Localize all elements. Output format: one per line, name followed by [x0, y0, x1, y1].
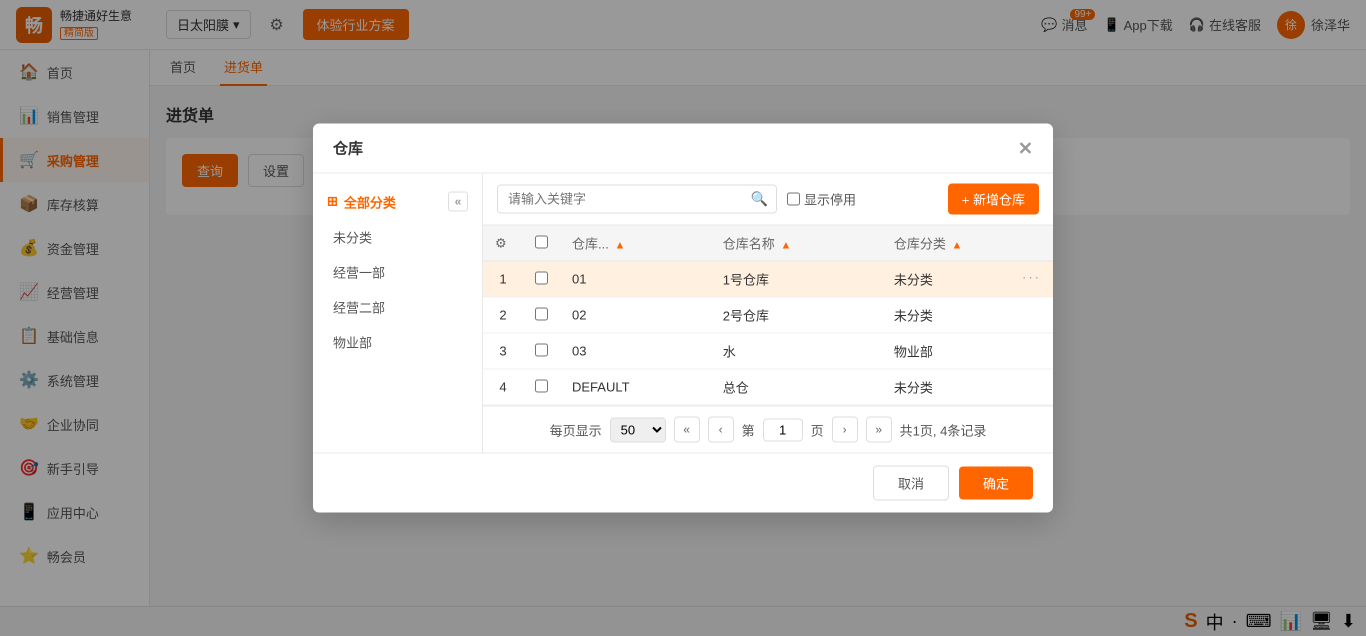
- th-index: ⚙: [483, 225, 523, 261]
- pagination-bar: 每页显示 50 10 20 100 « ‹ 第 页 › » 共1页, 4条记录: [483, 406, 1053, 453]
- modal-footer: 取消 确定: [313, 453, 1053, 513]
- row-index: 1: [483, 261, 523, 297]
- th-code: 仓库... ▲: [560, 225, 711, 261]
- table-header-row: ⚙ 仓库... ▲ 仓库名称 ▲: [483, 225, 1053, 261]
- table-row: 3 03 水 物业部: [483, 333, 1053, 369]
- row-checkbox[interactable]: [535, 271, 548, 284]
- select-all-checkbox[interactable]: [535, 235, 548, 248]
- row-actions[interactable]: ···: [1022, 270, 1041, 285]
- confirm-button[interactable]: 确定: [959, 467, 1033, 500]
- row-checkbox[interactable]: [535, 343, 548, 356]
- row-checkbox-cell: [523, 369, 560, 405]
- row-index: 4: [483, 369, 523, 405]
- search-input[interactable]: [498, 187, 743, 212]
- per-page-select[interactable]: 50 10 20 100: [610, 417, 666, 442]
- row-index: 2: [483, 297, 523, 333]
- sort-code-icon[interactable]: ▲: [614, 240, 625, 252]
- category-property[interactable]: 物业部: [313, 325, 482, 360]
- per-page-label: 每页显示: [550, 420, 602, 439]
- table-row: 4 DEFAULT 总仓 未分类: [483, 369, 1053, 405]
- show-disabled-checkbox[interactable]: [787, 193, 800, 206]
- gear-icon[interactable]: ⚙: [495, 235, 507, 250]
- category-panel: ⊞ 全部分类 « 未分类 经营一部 经营二部 物业部: [313, 174, 483, 453]
- sort-category-icon[interactable]: ▲: [952, 240, 963, 252]
- category-dept1[interactable]: 经营一部: [313, 255, 482, 290]
- modal-title: 仓库: [333, 138, 363, 159]
- table-container: ⚙ 仓库... ▲ 仓库名称 ▲: [483, 225, 1053, 406]
- row-code: 03: [560, 333, 711, 369]
- next-page-button[interactable]: ›: [832, 417, 858, 443]
- row-index: 3: [483, 333, 523, 369]
- search-button[interactable]: 🔍: [743, 186, 776, 213]
- row-checkbox[interactable]: [535, 379, 548, 392]
- modal-header: 仓库 ✕: [313, 124, 1053, 174]
- row-checkbox-cell: [523, 333, 560, 369]
- row-checkbox-cell: [523, 297, 560, 333]
- sort-name-icon[interactable]: ▲: [780, 240, 791, 252]
- page-label: 第: [742, 420, 755, 439]
- total-info: 共1页, 4条记录: [900, 420, 987, 439]
- row-category: 物业部: [882, 333, 1053, 369]
- row-checkbox-cell: [523, 261, 560, 297]
- warehouse-modal: 仓库 ✕ ⊞ 全部分类 « 未分类 经营一部 经营二部 物业部 🔍: [313, 124, 1053, 513]
- row-name: 1号仓库: [711, 261, 882, 297]
- category-dept2[interactable]: 经营二部: [313, 290, 482, 325]
- category-uncategorized[interactable]: 未分类: [313, 220, 482, 255]
- table-row: 1 01 1号仓库 未分类 ···: [483, 261, 1053, 297]
- table-panel: 🔍 显示停用 + 新增仓库 ⚙: [483, 174, 1053, 453]
- first-page-button[interactable]: «: [674, 417, 700, 443]
- row-name: 2号仓库: [711, 297, 882, 333]
- page-suffix: 页: [811, 420, 824, 439]
- row-category: 未分类: [882, 369, 1053, 405]
- modal-body: ⊞ 全部分类 « 未分类 经营一部 经营二部 物业部 🔍 显示停用 + 新增仓库: [313, 174, 1053, 453]
- row-code: 01: [560, 261, 711, 297]
- row-code: DEFAULT: [560, 369, 711, 405]
- table-row: 2 02 2号仓库 未分类: [483, 297, 1053, 333]
- collapse-icon[interactable]: «: [448, 192, 468, 212]
- search-input-wrap: 🔍: [497, 185, 777, 214]
- th-name: 仓库名称 ▲: [711, 225, 882, 261]
- row-name: 总仓: [711, 369, 882, 405]
- table-body: 1 01 1号仓库 未分类 ··· 2 02 2号仓库 未分类 3: [483, 261, 1053, 405]
- page-input[interactable]: [763, 418, 803, 441]
- row-checkbox[interactable]: [535, 307, 548, 320]
- warehouse-table: ⚙ 仓库... ▲ 仓库名称 ▲: [483, 225, 1053, 406]
- prev-page-button[interactable]: ‹: [708, 417, 734, 443]
- close-icon[interactable]: ✕: [1018, 139, 1033, 157]
- grid-icon: ⊞: [327, 194, 338, 210]
- last-page-button[interactable]: »: [866, 417, 892, 443]
- row-category: 未分类 ···: [882, 261, 1053, 297]
- row-code: 02: [560, 297, 711, 333]
- th-checkbox: [523, 225, 560, 261]
- row-category: 未分类: [882, 297, 1053, 333]
- th-category: 仓库分类 ▲: [882, 225, 1053, 261]
- show-disabled-label[interactable]: 显示停用: [787, 190, 856, 209]
- table-toolbar: 🔍 显示停用 + 新增仓库: [483, 174, 1053, 225]
- row-name: 水: [711, 333, 882, 369]
- cancel-button[interactable]: 取消: [873, 466, 949, 501]
- add-warehouse-button[interactable]: + 新增仓库: [948, 184, 1039, 215]
- category-all[interactable]: ⊞ 全部分类 «: [313, 184, 482, 220]
